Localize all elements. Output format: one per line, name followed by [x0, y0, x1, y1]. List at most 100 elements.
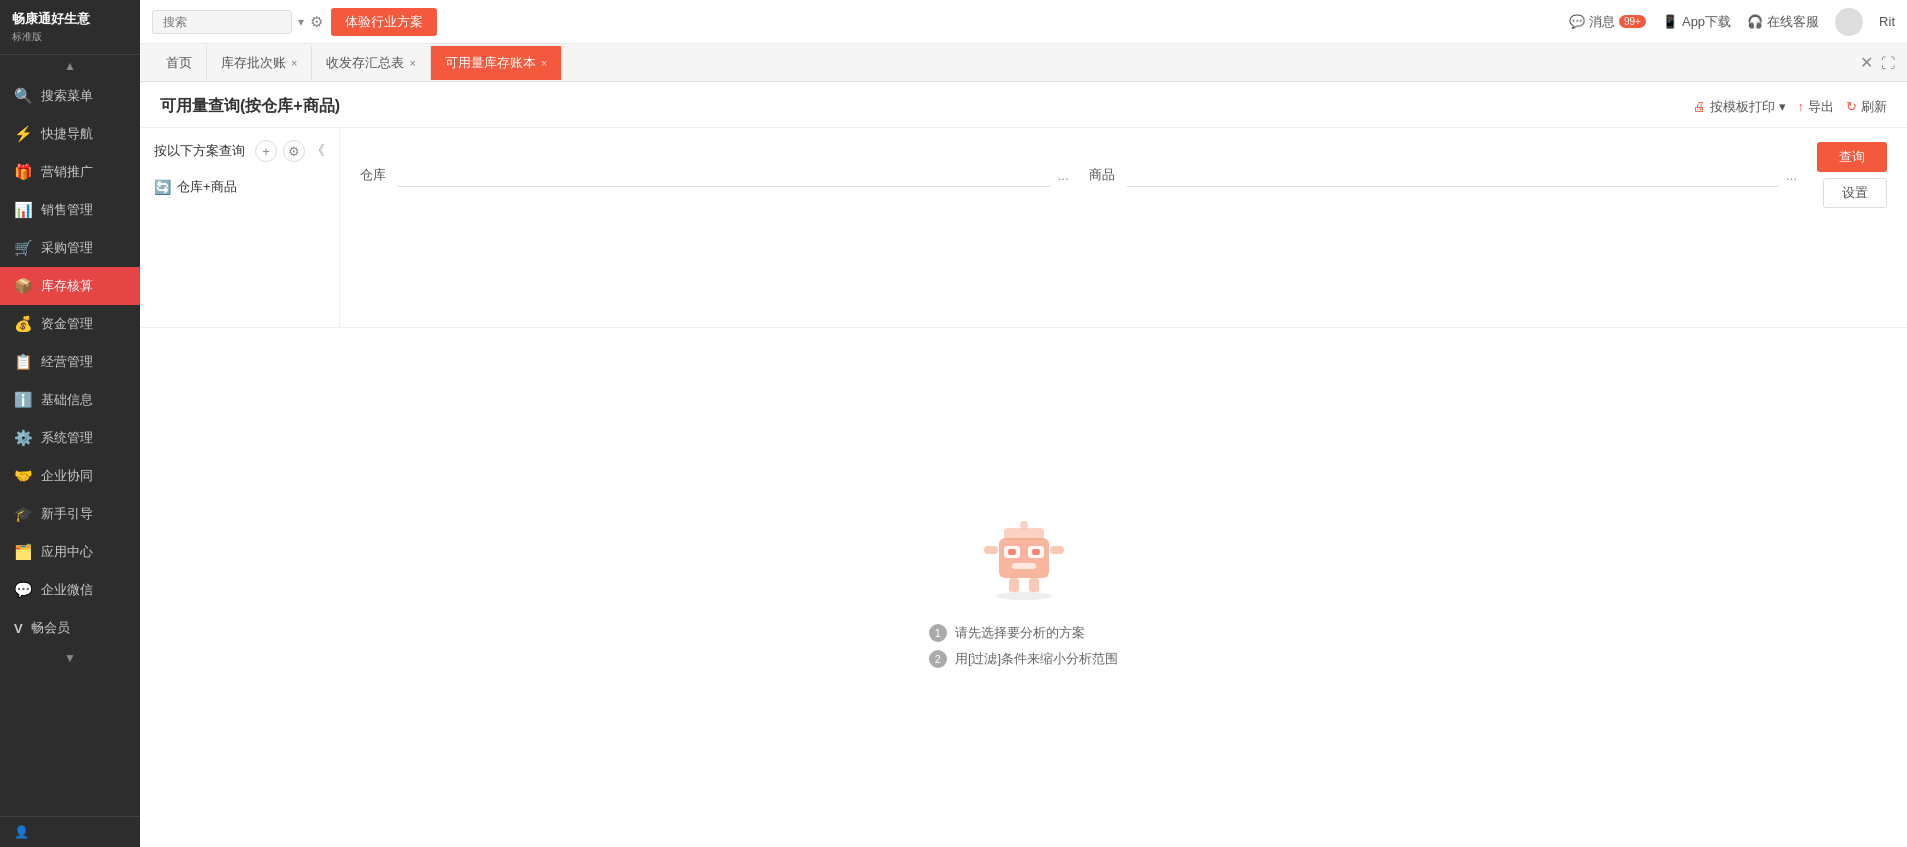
- tab-home-label: 首页: [166, 54, 192, 72]
- basicinfo-icon: ℹ️: [14, 391, 33, 409]
- app-subtitle: 标准版: [12, 31, 42, 42]
- tab-available-stock[interactable]: 可用量库存账本 ×: [431, 46, 562, 80]
- sidebar-item-inventory[interactable]: 📦 库存核算: [0, 267, 140, 305]
- tab-inventory-batch[interactable]: 库存批次账 ×: [207, 46, 312, 80]
- filter-left-panel: 按以下方案查询 + ⚙ 《 🔄 仓库+商品: [140, 128, 340, 327]
- empty-state: 1 请先选择要分析的方案 2 用[过滤]条件来缩小分析范围: [140, 328, 1907, 847]
- collapse-icon[interactable]: 《: [311, 142, 325, 160]
- app-title: 畅康通好生意: [12, 10, 128, 28]
- sidebar-label-enterprise: 企业协同: [41, 467, 93, 485]
- tabbar-actions: ✕ ⛶: [1860, 53, 1895, 72]
- svg-point-9: [1020, 521, 1028, 529]
- app-download-action[interactable]: 📱 App下载: [1662, 13, 1731, 31]
- content-area: 可用量查询(按仓库+商品) 🖨 按模板打印 ▾ ↑ 导出 ↻ 刷新: [140, 82, 1907, 847]
- online-service-action[interactable]: 🎧 在线客服: [1747, 13, 1819, 31]
- sidebar-item-search[interactable]: 🔍 搜索菜单: [0, 77, 140, 115]
- product-more-button[interactable]: ...: [1786, 168, 1797, 183]
- marketing-icon: 🎁: [14, 163, 33, 181]
- svg-rect-0: [999, 538, 1049, 578]
- avatar[interactable]: [1835, 8, 1863, 36]
- chevron-down-icon[interactable]: ▾: [298, 15, 304, 29]
- sidebar-scroll-down[interactable]: ▼: [0, 647, 140, 669]
- trial-button[interactable]: 体验行业方案: [331, 8, 437, 36]
- empty-tips: 1 请先选择要分析的方案 2 用[过滤]条件来缩小分析范围: [929, 624, 1118, 668]
- warehouse-input[interactable]: [398, 163, 1050, 187]
- svg-rect-11: [1032, 549, 1040, 555]
- finance-icon: 💰: [14, 315, 33, 333]
- message-action[interactable]: 💬 消息 99+: [1569, 13, 1646, 31]
- sidebar-item-basic-info[interactable]: ℹ️ 基础信息: [0, 381, 140, 419]
- tab-close-icon-3[interactable]: ×: [541, 57, 547, 69]
- quicknav-icon: ⚡: [14, 125, 33, 143]
- sidebar-item-operations[interactable]: 📋 经营管理: [0, 343, 140, 381]
- tab-close-icon-2[interactable]: ×: [409, 57, 415, 69]
- sidebar-item-wechat[interactable]: 💬 企业微信: [0, 571, 140, 609]
- sidebar-label-basicinfo: 基础信息: [41, 391, 93, 409]
- sidebar-logo: 畅康通好生意 标准版: [0, 0, 140, 55]
- wechat-icon: 💬: [14, 581, 33, 599]
- query-button[interactable]: 查询: [1817, 142, 1887, 172]
- sidebar-label-member: 畅会员: [31, 619, 70, 637]
- settings-scheme-button[interactable]: ⚙: [283, 140, 305, 162]
- print-icon: 🖨: [1693, 99, 1706, 114]
- warehouse-label: 仓库: [360, 166, 390, 184]
- sidebar-label-finance: 资金管理: [41, 315, 93, 333]
- scheme-icon: 🔄: [154, 179, 171, 195]
- message-badge: 99+: [1619, 15, 1646, 28]
- refresh-button[interactable]: ↻ 刷新: [1846, 98, 1887, 116]
- sidebar-item-appstore[interactable]: 🗂️ 应用中心: [0, 533, 140, 571]
- export-label: 导出: [1808, 98, 1834, 116]
- svg-rect-8: [1004, 528, 1044, 540]
- sidebar-item-sales[interactable]: 📊 销售管理: [0, 191, 140, 229]
- svg-rect-3: [1012, 563, 1036, 569]
- sidebar-label-system: 系统管理: [41, 429, 93, 447]
- product-field: 商品 ...: [1089, 163, 1798, 187]
- sidebar-item-finance[interactable]: 💰 资金管理: [0, 305, 140, 343]
- tab-stock-summary-label: 收发存汇总表: [326, 54, 404, 72]
- sidebar-item-marketing[interactable]: 🎁 营销推广: [0, 153, 140, 191]
- main-area: ▾ ⚙ 体验行业方案 💬 消息 99+ 📱 App下载 🎧 在线客服 Rit: [140, 0, 1907, 847]
- sidebar-item-member[interactable]: V 畅会员: [0, 609, 140, 647]
- sidebar-label-operations: 经营管理: [41, 353, 93, 371]
- sidebar-label-inventory: 库存核算: [41, 277, 93, 295]
- filter-area: 按以下方案查询 + ⚙ 《 🔄 仓库+商品 仓库: [140, 128, 1907, 328]
- filter-settings-button[interactable]: 设置: [1823, 178, 1887, 208]
- topbar: ▾ ⚙ 体验行业方案 💬 消息 99+ 📱 App下载 🎧 在线客服 Rit: [140, 0, 1907, 44]
- scheme-item-warehouse-product[interactable]: 🔄 仓库+商品: [140, 170, 339, 204]
- print-label: 按模板打印: [1710, 98, 1775, 116]
- message-icon: 💬: [1569, 14, 1585, 29]
- add-scheme-button[interactable]: +: [255, 140, 277, 162]
- sidebar-label-wechat: 企业微信: [41, 581, 93, 599]
- print-chevron-icon: ▾: [1779, 99, 1786, 114]
- tab-stock-summary[interactable]: 收发存汇总表 ×: [312, 46, 430, 80]
- sidebar-item-system[interactable]: ⚙️ 系统管理: [0, 419, 140, 457]
- svg-rect-10: [1008, 549, 1016, 555]
- gear-icon[interactable]: ⚙: [310, 13, 323, 31]
- expand-icon[interactable]: ⛶: [1881, 55, 1895, 71]
- sidebar-item-quicknav[interactable]: ⚡ 快捷导航: [0, 115, 140, 153]
- product-input[interactable]: [1127, 163, 1779, 187]
- phone-icon: 📱: [1662, 14, 1678, 29]
- sidebar-item-enterprise[interactable]: 🤝 企业协同: [0, 457, 140, 495]
- warehouse-more-button[interactable]: ...: [1058, 168, 1069, 183]
- sidebar-label-appstore: 应用中心: [41, 543, 93, 561]
- sidebar-label-sales: 销售管理: [41, 201, 93, 219]
- search-input[interactable]: [152, 10, 292, 34]
- sidebar-item-purchase[interactable]: 🛒 采购管理: [0, 229, 140, 267]
- close-window-icon[interactable]: ✕: [1860, 53, 1873, 72]
- sidebar-item-newbie[interactable]: 🎓 新手引导: [0, 495, 140, 533]
- system-icon: ⚙️: [14, 429, 33, 447]
- tab-close-icon[interactable]: ×: [291, 57, 297, 69]
- sales-icon: 📊: [14, 201, 33, 219]
- scheme-label: 按以下方案查询: [154, 142, 245, 160]
- sidebar-scroll-up[interactable]: ▲: [0, 55, 140, 77]
- sidebar-label-marketing: 营销推广: [41, 163, 93, 181]
- print-button[interactable]: 🖨 按模板打印 ▾: [1693, 98, 1786, 116]
- app-download-label: App下载: [1682, 13, 1731, 31]
- empty-tip-1: 1 请先选择要分析的方案: [929, 624, 1118, 642]
- page-title: 可用量查询(按仓库+商品): [160, 96, 340, 117]
- tab-home[interactable]: 首页: [152, 46, 207, 80]
- username-label: Rit: [1879, 14, 1895, 29]
- export-button[interactable]: ↑ 导出: [1798, 98, 1835, 116]
- empty-tip-2: 2 用[过滤]条件来缩小分析范围: [929, 650, 1118, 668]
